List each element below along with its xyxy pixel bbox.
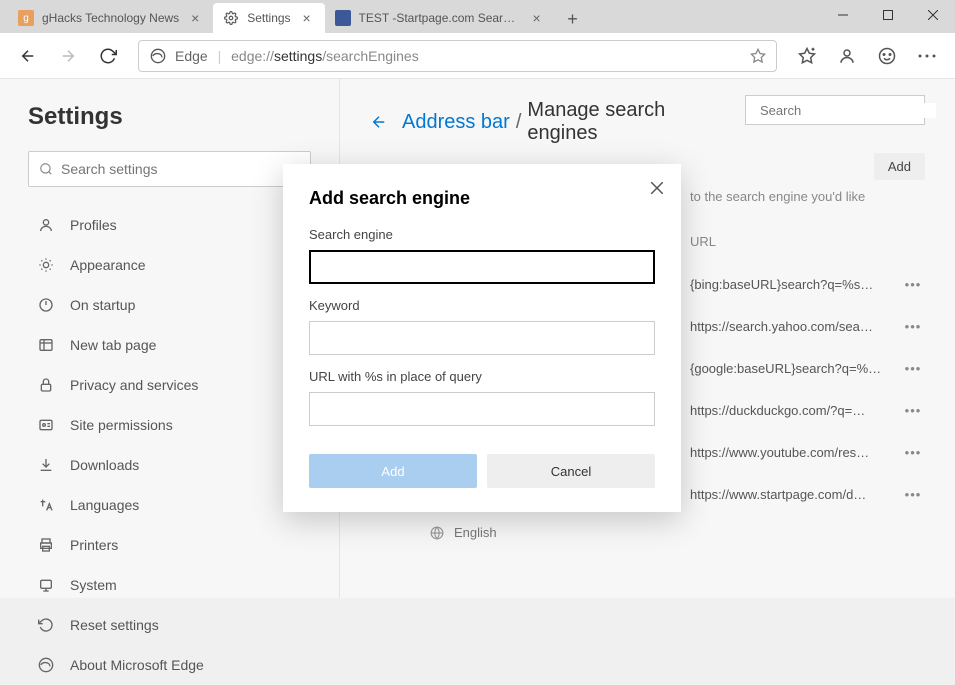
refresh-button[interactable] bbox=[90, 38, 126, 74]
engine-url: {google:baseURL}search?q=%… bbox=[690, 361, 901, 376]
add-search-engine-dialog: Add search engine Search engine Keyword … bbox=[283, 164, 681, 512]
profile-button[interactable] bbox=[829, 38, 865, 74]
maximize-button[interactable] bbox=[865, 0, 910, 30]
engine-url: {bing:baseURL}search?q=%s… bbox=[690, 277, 901, 292]
nav-icon bbox=[36, 255, 56, 275]
tab-settings[interactable]: Settings × bbox=[213, 3, 324, 33]
nav-item-site-permissions[interactable]: Site permissions bbox=[28, 405, 311, 445]
nav-icon bbox=[36, 495, 56, 515]
engine-url: https://www.startpage.com/d… bbox=[690, 487, 901, 502]
minimize-button[interactable] bbox=[820, 0, 865, 30]
label-url: URL with %s in place of query bbox=[309, 369, 655, 384]
search-settings-box[interactable] bbox=[28, 151, 311, 187]
nav-item-about-microsoft-edge[interactable]: About Microsoft Edge bbox=[28, 645, 311, 685]
nav-icon bbox=[36, 375, 56, 395]
add-engine-button[interactable]: Add bbox=[874, 153, 925, 180]
forward-button[interactable] bbox=[50, 38, 86, 74]
breadcrumb-current: Manage search engines bbox=[527, 99, 727, 145]
nav-icon bbox=[36, 535, 56, 555]
url-text: Edge | edge://settings/searchEngines bbox=[175, 48, 750, 64]
tab-label: Settings bbox=[247, 11, 290, 25]
nav-icon bbox=[36, 335, 56, 355]
engine-url: https://www.youtube.com/res… bbox=[690, 445, 901, 460]
window-controls bbox=[820, 0, 955, 30]
input-search-engine-name[interactable] bbox=[309, 250, 655, 284]
breadcrumb-link[interactable]: Address bar bbox=[402, 111, 510, 134]
nav-item-appearance[interactable]: Appearance bbox=[28, 245, 311, 285]
tab-label: TEST -Startpage.com Search resu bbox=[359, 11, 521, 25]
nav-item-new-tab-page[interactable]: New tab page bbox=[28, 325, 311, 365]
nav-icon bbox=[36, 415, 56, 435]
nav-icon bbox=[36, 455, 56, 475]
dialog-close-button[interactable] bbox=[651, 182, 663, 194]
favorite-star-icon[interactable] bbox=[750, 48, 766, 64]
engine-row: {bing:baseURL}search?q=%s…••• bbox=[690, 263, 925, 305]
engine-search-box[interactable] bbox=[745, 95, 925, 125]
favicon-startpage bbox=[335, 10, 351, 26]
nav-item-printers[interactable]: Printers bbox=[28, 525, 311, 565]
titlebar: g gHacks Technology News × Settings × TE… bbox=[0, 0, 955, 33]
nav-item-profiles[interactable]: Profiles bbox=[28, 205, 311, 245]
tab-label: gHacks Technology News bbox=[42, 11, 179, 25]
dialog-cancel-button[interactable]: Cancel bbox=[487, 454, 655, 488]
browser-toolbar: Edge | edge://settings/searchEngines bbox=[0, 33, 955, 79]
gear-icon bbox=[223, 10, 239, 26]
label-keyword: Keyword bbox=[309, 298, 655, 313]
dialog-buttons: Add Cancel bbox=[309, 454, 655, 488]
dialog-title: Add search engine bbox=[309, 188, 655, 209]
breadcrumb-back-icon[interactable] bbox=[370, 113, 388, 131]
nav-item-privacy-and-services[interactable]: Privacy and services bbox=[28, 365, 311, 405]
nav-item-reset-settings[interactable]: Reset settings bbox=[28, 605, 311, 645]
globe-icon bbox=[430, 526, 444, 540]
back-button[interactable] bbox=[10, 38, 46, 74]
search-settings-input[interactable] bbox=[61, 161, 300, 177]
nav-icon bbox=[36, 215, 56, 235]
language-row: English bbox=[370, 525, 925, 540]
engine-row: https://www.startpage.com/d…••• bbox=[690, 473, 925, 515]
input-url[interactable] bbox=[309, 392, 655, 426]
tab-close-icon[interactable]: × bbox=[299, 10, 315, 26]
dialog-add-button[interactable]: Add bbox=[309, 454, 477, 488]
engine-url: https://duckduckgo.com/?q=… bbox=[690, 403, 901, 418]
settings-title: Settings bbox=[28, 103, 311, 131]
menu-button[interactable] bbox=[909, 38, 945, 74]
search-icon bbox=[39, 162, 53, 176]
nav-item-downloads[interactable]: Downloads bbox=[28, 445, 311, 485]
nav-item-on-startup[interactable]: On startup bbox=[28, 285, 311, 325]
nav-icon bbox=[36, 615, 56, 635]
engine-url: https://search.yahoo.com/sea… bbox=[690, 319, 901, 334]
nav-item-system[interactable]: System bbox=[28, 565, 311, 605]
new-tab-button[interactable]: + bbox=[559, 5, 587, 33]
tab-startpage[interactable]: TEST -Startpage.com Search resu × bbox=[325, 3, 555, 33]
nav-icon bbox=[36, 655, 56, 675]
more-icon[interactable]: ••• bbox=[901, 445, 925, 460]
nav-item-languages[interactable]: Languages bbox=[28, 485, 311, 525]
close-window-button[interactable] bbox=[910, 0, 955, 30]
engine-row: {google:baseURL}search?q=%…••• bbox=[690, 347, 925, 389]
label-search-engine: Search engine bbox=[309, 227, 655, 242]
favorites-button[interactable] bbox=[789, 38, 825, 74]
engine-row: https://duckduckgo.com/?q=…••• bbox=[690, 389, 925, 431]
engine-search-input[interactable] bbox=[760, 103, 936, 118]
tab-ghacks[interactable]: g gHacks Technology News × bbox=[8, 3, 213, 33]
feedback-button[interactable] bbox=[869, 38, 905, 74]
nav-icon bbox=[36, 575, 56, 595]
more-icon[interactable]: ••• bbox=[901, 319, 925, 334]
address-bar[interactable]: Edge | edge://settings/searchEngines bbox=[138, 40, 777, 72]
input-keyword[interactable] bbox=[309, 321, 655, 355]
more-icon[interactable]: ••• bbox=[901, 487, 925, 502]
engine-row: https://search.yahoo.com/sea…••• bbox=[690, 305, 925, 347]
engine-row: https://www.youtube.com/res…••• bbox=[690, 431, 925, 473]
more-icon[interactable]: ••• bbox=[901, 277, 925, 292]
tab-strip: g gHacks Technology News × Settings × TE… bbox=[0, 0, 587, 33]
favicon-ghacks: g bbox=[18, 10, 34, 26]
more-icon[interactable]: ••• bbox=[901, 361, 925, 376]
nav-icon bbox=[36, 295, 56, 315]
edge-logo-icon bbox=[149, 47, 167, 65]
tab-close-icon[interactable]: × bbox=[187, 10, 203, 26]
tab-close-icon[interactable]: × bbox=[529, 10, 545, 26]
more-icon[interactable]: ••• bbox=[901, 403, 925, 418]
